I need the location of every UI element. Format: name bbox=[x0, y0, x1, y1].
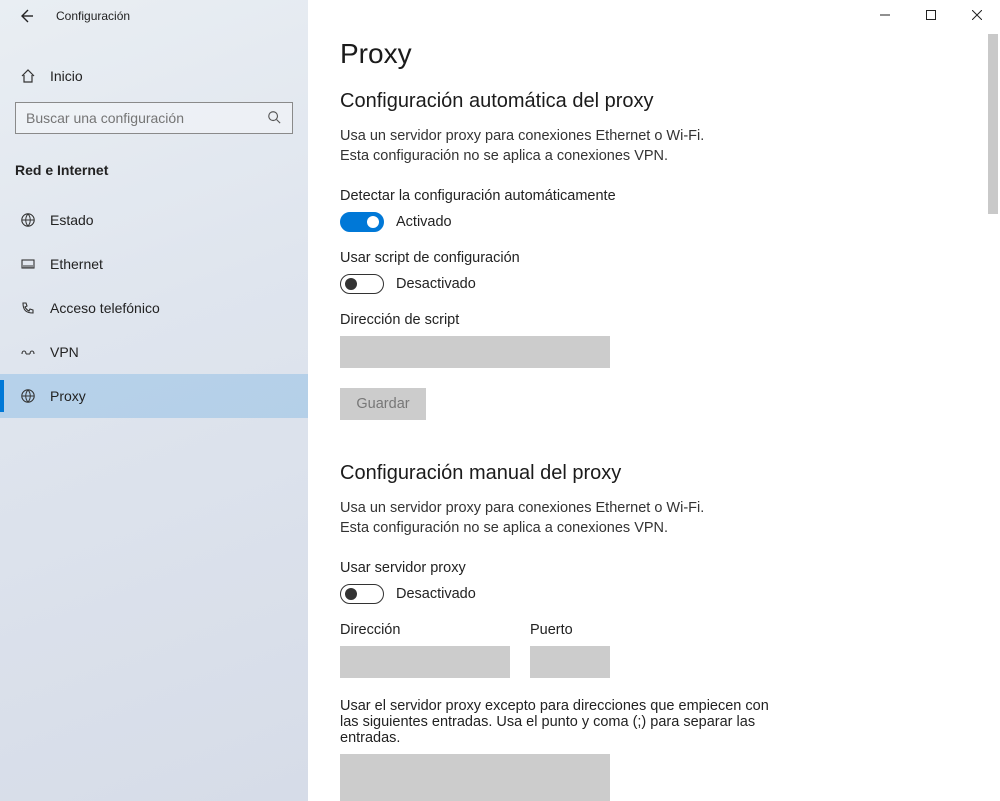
minimize-icon bbox=[880, 10, 890, 20]
detect-label: Detectar la configuración automáticament… bbox=[340, 188, 968, 204]
save-button-auto[interactable]: Guardar bbox=[340, 388, 426, 420]
back-arrow-icon bbox=[18, 8, 34, 24]
port-input[interactable] bbox=[530, 646, 610, 678]
maximize-button[interactable] bbox=[908, 0, 954, 30]
window-controls bbox=[308, 0, 1000, 32]
use-proxy-toggle[interactable] bbox=[340, 584, 384, 604]
detect-toggle-state: Activado bbox=[396, 214, 452, 230]
search-icon bbox=[267, 110, 283, 126]
close-button[interactable] bbox=[954, 0, 1000, 30]
script-address-label: Dirección de script bbox=[340, 312, 968, 328]
sidebar-item-label: Estado bbox=[50, 212, 94, 228]
phone-icon bbox=[18, 300, 38, 316]
script-toggle-state: Desactivado bbox=[396, 276, 476, 292]
script-toggle[interactable] bbox=[340, 274, 384, 294]
maximize-icon bbox=[926, 10, 936, 20]
main: Proxy Configuración automática del proxy… bbox=[308, 0, 1000, 801]
port-label: Puerto bbox=[530, 622, 610, 638]
sidebar-nav: Estado Ethernet Acceso telefónico VPN bbox=[0, 198, 308, 418]
sidebar-item-label: Ethernet bbox=[50, 256, 103, 272]
proxy-icon bbox=[18, 388, 38, 404]
except-input[interactable] bbox=[340, 754, 610, 801]
ethernet-icon bbox=[18, 256, 38, 272]
search-input[interactable] bbox=[15, 102, 293, 134]
sidebar-item-estado[interactable]: Estado bbox=[0, 198, 308, 242]
titlebar-left: Configuración bbox=[0, 0, 308, 32]
sidebar-section-header: Red e Internet bbox=[0, 134, 308, 184]
sidebar-item-acceso-telefonico[interactable]: Acceso telefónico bbox=[0, 286, 308, 330]
globe-icon bbox=[18, 212, 38, 228]
sidebar-item-vpn[interactable]: VPN bbox=[0, 330, 308, 374]
minimize-button[interactable] bbox=[862, 0, 908, 30]
scrollbar-thumb[interactable] bbox=[988, 34, 998, 214]
vpn-icon bbox=[18, 344, 38, 360]
app-title: Configuración bbox=[56, 9, 130, 23]
sidebar: Configuración Inicio Red e Internet E bbox=[0, 0, 308, 801]
sidebar-item-label: VPN bbox=[50, 344, 79, 360]
section-auto-title: Configuración automática del proxy bbox=[340, 90, 968, 113]
back-button[interactable] bbox=[16, 6, 36, 26]
script-address-input[interactable] bbox=[340, 336, 610, 368]
section-auto-desc: Usa un servidor proxy para conexiones Et… bbox=[340, 127, 730, 166]
home-label: Inicio bbox=[50, 68, 83, 84]
script-label: Usar script de configuración bbox=[340, 250, 968, 266]
address-input[interactable] bbox=[340, 646, 510, 678]
address-label: Dirección bbox=[340, 622, 510, 638]
section-manual-title: Configuración manual del proxy bbox=[340, 462, 968, 485]
sidebar-item-proxy[interactable]: Proxy bbox=[0, 374, 308, 418]
sidebar-item-label: Proxy bbox=[50, 388, 86, 404]
use-proxy-toggle-state: Desactivado bbox=[396, 586, 476, 602]
sidebar-item-home[interactable]: Inicio bbox=[0, 58, 308, 94]
use-proxy-label: Usar servidor proxy bbox=[340, 560, 968, 576]
detect-toggle[interactable] bbox=[340, 212, 384, 232]
sidebar-item-ethernet[interactable]: Ethernet bbox=[0, 242, 308, 286]
close-icon bbox=[972, 10, 982, 20]
home-icon bbox=[18, 68, 38, 84]
except-label: Usar el servidor proxy excepto para dire… bbox=[340, 698, 770, 746]
page-title: Proxy bbox=[340, 38, 968, 70]
content: Proxy Configuración automática del proxy… bbox=[308, 32, 968, 801]
section-manual-desc: Usa un servidor proxy para conexiones Et… bbox=[340, 499, 730, 538]
sidebar-item-label: Acceso telefónico bbox=[50, 300, 160, 316]
